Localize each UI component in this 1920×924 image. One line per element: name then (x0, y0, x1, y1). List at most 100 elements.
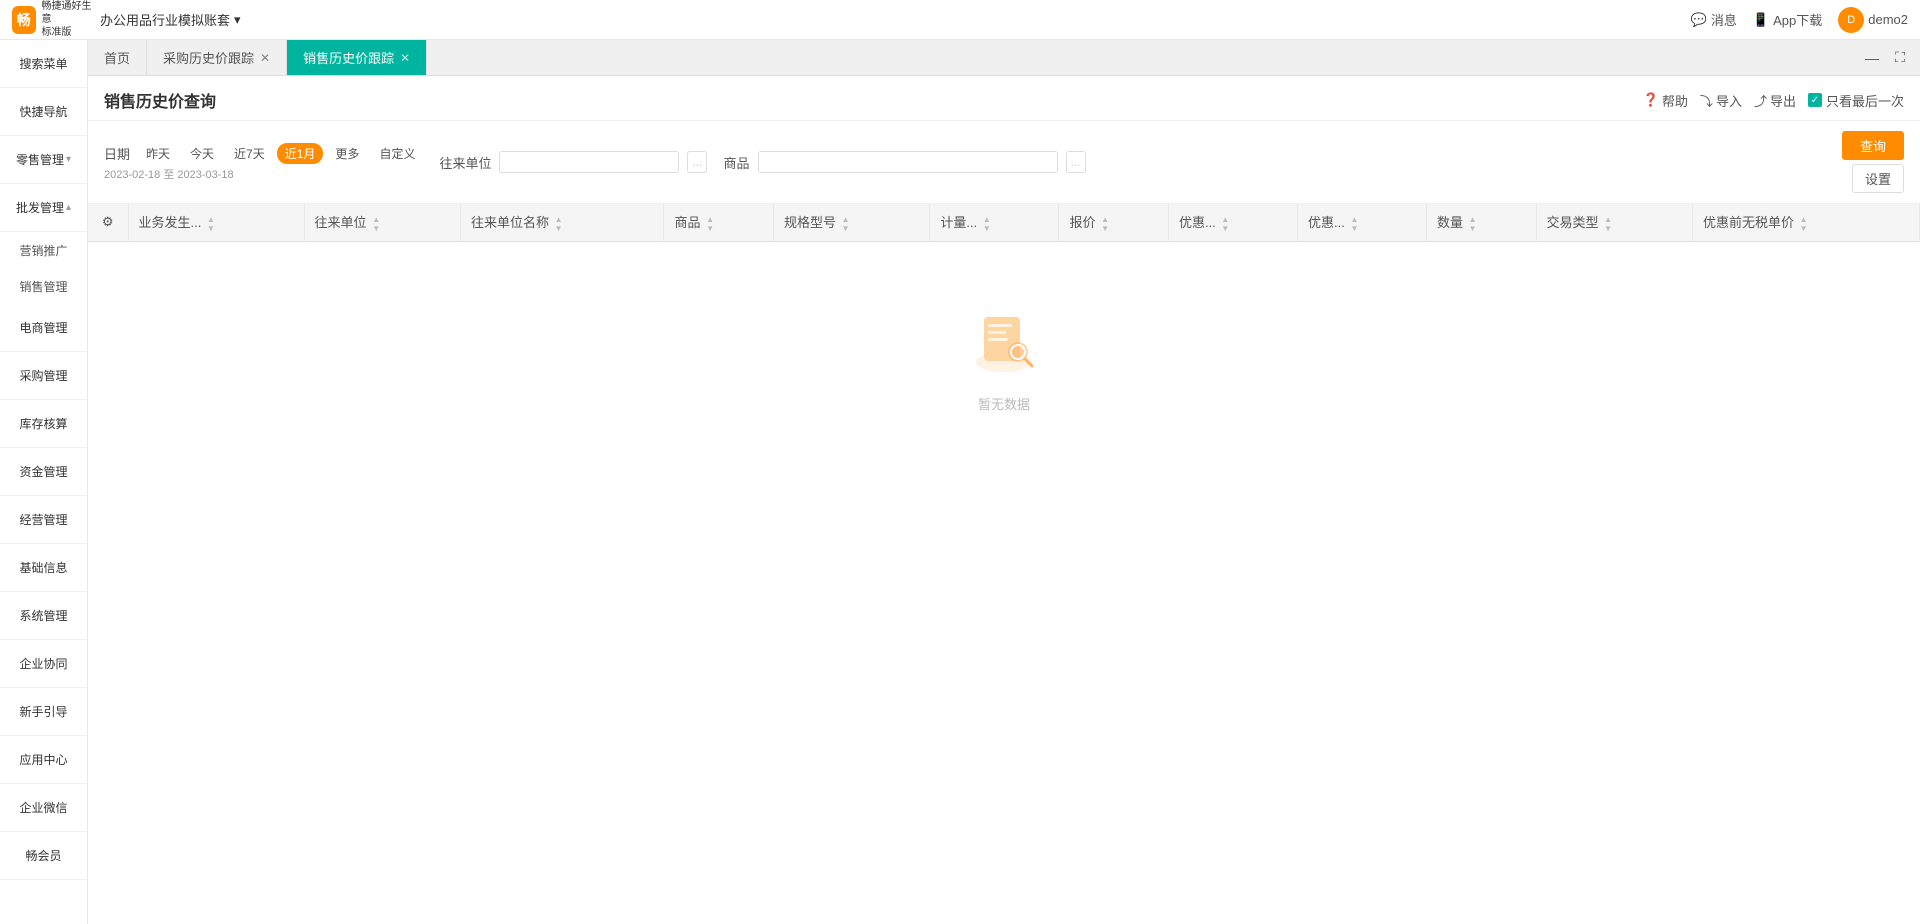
product-picker-button[interactable]: ... (1066, 151, 1086, 173)
table-col-counterparty[interactable]: 往来单位 ▲▼ (304, 204, 460, 241)
table-col-notaxprice[interactable]: 优惠前无税单价 ▲▼ (1692, 204, 1919, 241)
table-col-unit[interactable]: 计量... ▲▼ (930, 204, 1059, 241)
settings-icon: ⚙ (102, 214, 114, 229)
sidebar-item-search[interactable]: 搜索菜单 (0, 40, 87, 88)
date-options: 昨天 今天 近7天 近1月 更多 自定义 (138, 143, 423, 164)
date-filter-group: 日期 昨天 今天 近7天 近1月 更多 自定义 2023-02-18 至 202… (104, 143, 423, 182)
sidebar-item-collab[interactable]: 企业协同 (0, 640, 87, 688)
sidebar-item-quicknav[interactable]: 快捷导航 (0, 88, 87, 136)
sidebar-item-ecommerce[interactable]: 电商管理 (0, 304, 87, 352)
page-title-bar: 销售历史价查询 ❓ 帮助 ⤵ 导入 ⤴ 导出 ✓ (88, 76, 1920, 121)
date-range-text: 2023-02-18 至 2023-03-18 (104, 166, 423, 182)
sidebar-item-appstore[interactable]: 应用中心 (0, 736, 87, 784)
sidebar-item-member[interactable]: 畅会员 (0, 832, 87, 880)
sidebar-item-marketing[interactable]: 营销推广 (0, 232, 87, 268)
table-col-settings[interactable]: ⚙ (88, 204, 128, 241)
top-bar: 畅 畅捷通好生意 标准版 办公用品行业模拟账套 ▾ 💬 消息 📱 App下载 D… (0, 0, 1920, 40)
tab-bar: 首页 采购历史价跟踪 ✕ 销售历史价跟踪 ✕ — ⛶ (88, 40, 1920, 76)
last-only-checkbox-label[interactable]: ✓ 只看最后一次 (1808, 91, 1904, 110)
tab-close-sales[interactable]: ✕ (400, 51, 410, 65)
chevron-down-icon: ▾ (234, 12, 241, 28)
data-table: ⚙ 业务发生... ▲▼ 往来单位 ▲▼ 往来单位名称 (88, 204, 1920, 242)
sidebar-item-wechat[interactable]: 企业微信 (0, 784, 87, 832)
date-option-custom[interactable]: 自定义 (371, 143, 423, 164)
sidebar-item-basic[interactable]: 基础信息 (0, 544, 87, 592)
message-button[interactable]: 💬 消息 (1691, 10, 1737, 29)
sort-icon: ▲▼ (555, 215, 563, 233)
sidebar-item-purchase[interactable]: 采购管理 (0, 352, 87, 400)
page-title-actions: ❓ 帮助 ⤵ 导入 ⤴ 导出 ✓ 只看最后一次 (1643, 91, 1904, 110)
help-button[interactable]: ❓ 帮助 (1643, 91, 1688, 110)
chevron-up-icon: ▴ (66, 202, 71, 213)
sidebar-item-retail[interactable]: 零售管理 ▾ (0, 136, 87, 184)
table-col-discount1[interactable]: 优惠... ▲▼ (1168, 204, 1297, 241)
content-area: 首页 采购历史价跟踪 ✕ 销售历史价跟踪 ✕ — ⛶ 销售历史价查询 (88, 40, 1920, 924)
question-icon: ❓ (1643, 92, 1659, 108)
sidebar-item-sales[interactable]: 销售管理 (0, 268, 87, 304)
date-option-last1m[interactable]: 近1月 (277, 143, 324, 164)
logo: 畅 畅捷通好生意 标准版 (12, 0, 92, 39)
sidebar-item-wholesale[interactable]: 批发管理 ▴ (0, 184, 87, 232)
tab-purchase-history[interactable]: 采购历史价跟踪 ✕ (147, 40, 287, 75)
sort-icon: ▲▼ (706, 215, 714, 233)
import-icon: ⤵ (1700, 91, 1713, 110)
export-button[interactable]: ⤴ 导出 (1754, 91, 1796, 110)
sidebar-item-operation[interactable]: 经营管理 (0, 496, 87, 544)
import-button[interactable]: ⤵ 导入 (1700, 91, 1742, 110)
sidebar-item-system[interactable]: 系统管理 (0, 592, 87, 640)
date-option-today[interactable]: 今天 (182, 143, 222, 164)
sidebar: 搜索菜单 快捷导航 零售管理 ▾ 批发管理 ▴ 营销推广 销售管理 电商管理 采… (0, 40, 88, 924)
counterparty-label: 往来单位 (439, 153, 491, 172)
sort-icon: ▲▼ (372, 215, 380, 233)
table-col-discount2[interactable]: 优惠... ▲▼ (1297, 204, 1426, 241)
sidebar-item-inventory[interactable]: 库存核算 (0, 400, 87, 448)
company-selector[interactable]: 办公用品行业模拟账套 ▾ (100, 10, 1683, 29)
page-content: 销售历史价查询 ❓ 帮助 ⤵ 导入 ⤴ 导出 ✓ (88, 76, 1920, 924)
phone-icon: 📱 (1753, 12, 1769, 28)
counterparty-picker-button[interactable]: ... (687, 151, 707, 173)
table-col-bizdate[interactable]: 业务发生... ▲▼ (128, 204, 304, 241)
date-option-last7[interactable]: 近7天 (226, 143, 273, 164)
sort-icon: ▲▼ (983, 215, 991, 233)
table-col-counterpartyname[interactable]: 往来单位名称 ▲▼ (461, 204, 664, 241)
app-download-button[interactable]: 📱 App下载 (1753, 10, 1822, 29)
tab-minimize-button[interactable]: — (1860, 46, 1884, 70)
sort-icon: ▲▼ (1604, 215, 1612, 233)
checkbox-checked-icon: ✓ (1808, 93, 1822, 107)
table-col-product[interactable]: 商品 ▲▼ (664, 204, 773, 241)
table-container: ⚙ 业务发生... ▲▼ 往来单位 ▲▼ 往来单位名称 (88, 204, 1920, 924)
empty-state-icon (964, 302, 1044, 382)
chevron-down-icon: ▾ (66, 154, 71, 165)
sidebar-item-guide[interactable]: 新手引导 (0, 688, 87, 736)
sidebar-item-finance[interactable]: 资金管理 (0, 448, 87, 496)
table-col-tradetype[interactable]: 交易类型 ▲▼ (1536, 204, 1692, 241)
date-label: 日期 (104, 144, 130, 163)
table-col-quote[interactable]: 报价 ▲▼ (1059, 204, 1168, 241)
sort-icon: ▲▼ (842, 215, 850, 233)
logo-text: 畅捷通好生意 标准版 (42, 0, 92, 39)
product-label: 商品 (723, 153, 749, 172)
query-button[interactable]: 查询 (1842, 131, 1904, 160)
tab-close-purchase[interactable]: ✕ (260, 51, 270, 65)
product-filter: 商品 ... (723, 151, 1085, 173)
tab-maximize-button[interactable]: ⛶ (1888, 46, 1912, 70)
main-layout: 搜索菜单 快捷导航 零售管理 ▾ 批发管理 ▴ 营销推广 销售管理 电商管理 采… (0, 40, 1920, 924)
counterparty-input[interactable] (499, 151, 679, 173)
tab-sales-history[interactable]: 销售历史价跟踪 ✕ (287, 40, 427, 75)
table-col-spec[interactable]: 规格型号 ▲▼ (773, 204, 929, 241)
sort-icon: ▲▼ (1469, 215, 1477, 233)
top-bar-right: 💬 消息 📱 App下载 D demo2 (1691, 7, 1908, 33)
sort-icon: ▲▼ (1800, 215, 1808, 233)
sort-icon: ▲▼ (1101, 215, 1109, 233)
date-option-yesterday[interactable]: 昨天 (138, 143, 178, 164)
sort-icon: ▲▼ (1221, 215, 1229, 233)
company-name: 办公用品行业模拟账套 (100, 10, 230, 29)
logo-icon: 畅 (12, 6, 36, 34)
settings-button[interactable]: 设置 (1852, 164, 1904, 193)
sort-icon: ▲▼ (1350, 215, 1358, 233)
tab-home[interactable]: 首页 (88, 40, 147, 75)
date-option-more[interactable]: 更多 (327, 143, 367, 164)
table-col-quantity[interactable]: 数量 ▲▼ (1427, 204, 1536, 241)
product-input[interactable] (758, 151, 1058, 173)
user-profile[interactable]: D demo2 (1838, 7, 1908, 33)
